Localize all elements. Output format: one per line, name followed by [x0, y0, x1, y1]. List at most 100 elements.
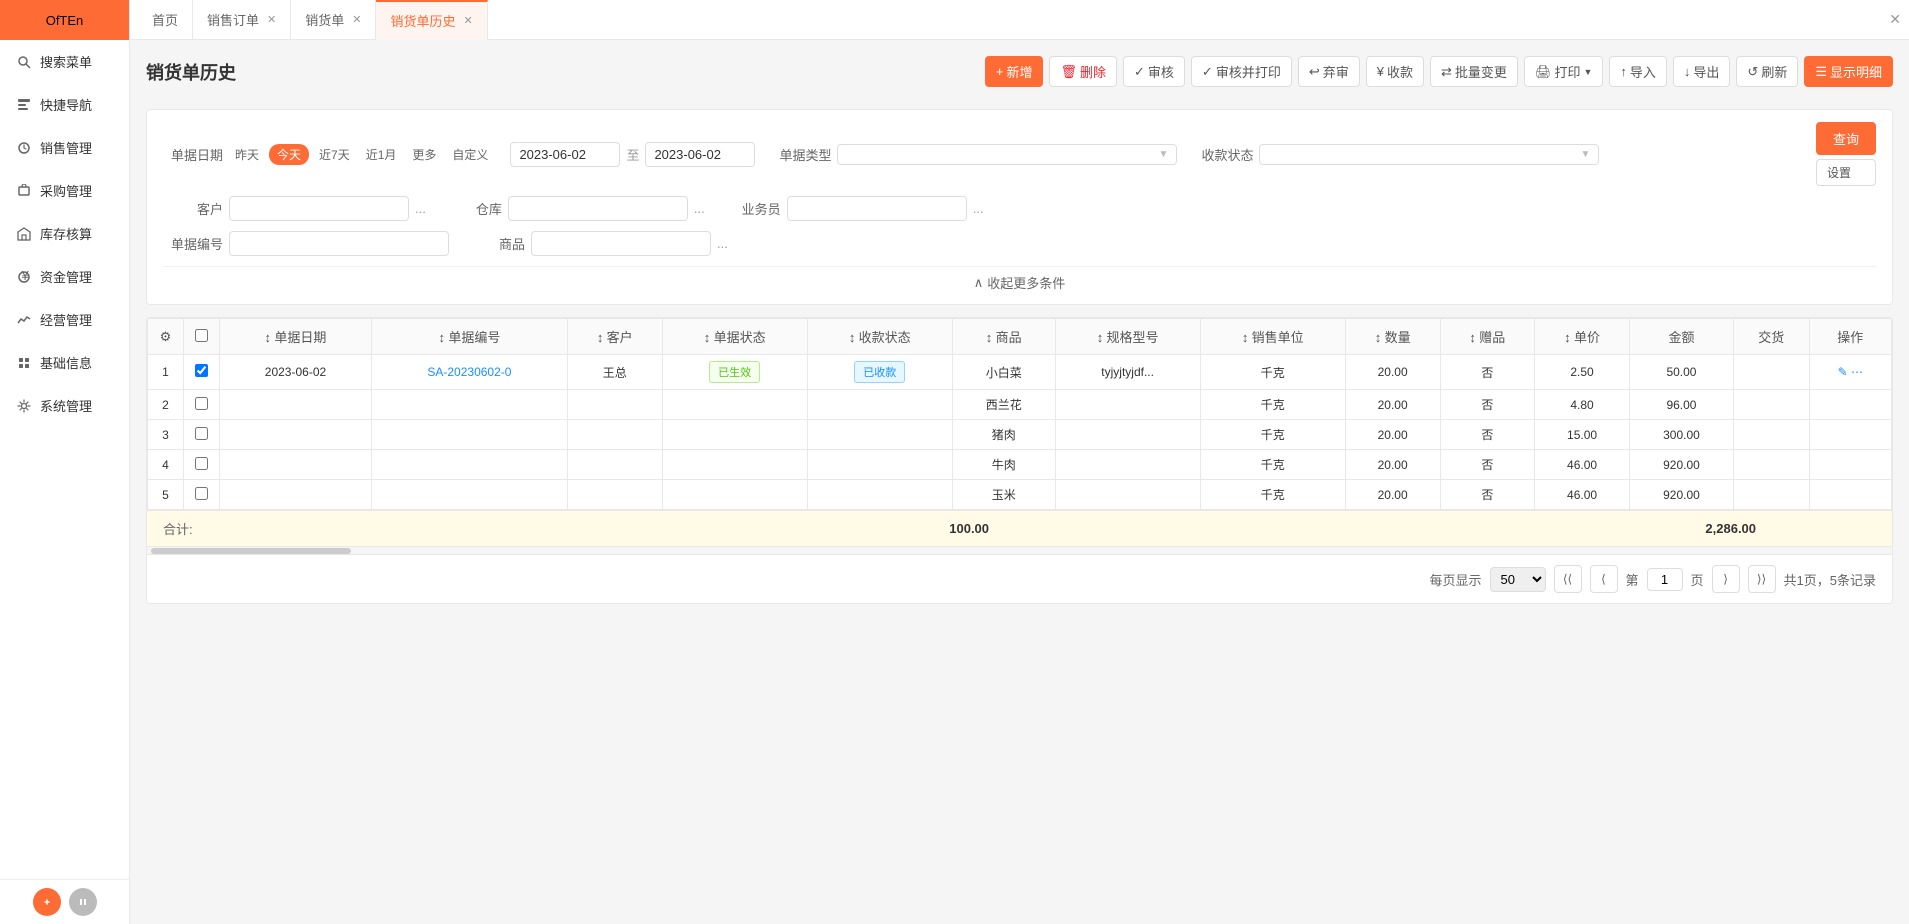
collect-button[interactable]: ¥ 收款 [1366, 56, 1424, 87]
tab-sales-history-label: 销货单历史 [390, 11, 455, 30]
cell-qty: 20.00 [1345, 420, 1440, 450]
query-button[interactable]: 查询 [1816, 122, 1876, 155]
audit-print-button[interactable]: ✓ 审核并打印 [1191, 56, 1292, 87]
row-checkbox[interactable] [195, 487, 208, 500]
date-last7days-btn[interactable]: 近7天 [313, 144, 356, 165]
add-button[interactable]: + 新增 [985, 56, 1044, 87]
salesperson-ellipsis[interactable]: ... [973, 201, 984, 216]
import-button[interactable]: ↑ 导入 [1609, 56, 1667, 87]
collapse-up-icon: ∧ [974, 275, 984, 291]
sidebar-item-purchase-mgmt[interactable]: 采购管理 [0, 169, 129, 212]
per-page-select[interactable]: 50 100 200 [1490, 567, 1546, 592]
delete-icon: 🗑 [1060, 64, 1077, 80]
goods-ellipsis[interactable]: ... [717, 236, 728, 251]
cell-date [220, 420, 372, 450]
tab-sales-history[interactable]: 销货单历史 ✕ [376, 0, 487, 40]
date-range-separator: 至 [626, 145, 639, 164]
tab-sales-goods[interactable]: 销货单 ✕ [291, 0, 376, 40]
tab-sales-order-close[interactable]: ✕ [267, 13, 276, 26]
salesperson-input[interactable] [787, 196, 967, 221]
date-today-btn[interactable]: 今天 [269, 144, 309, 165]
audit-print-icon: ✓ [1202, 64, 1213, 80]
table-header-row: ⚙ ↕ 单据日期 ↕ 单据编号 [148, 319, 1892, 355]
cell-payment-status: 已收款 [807, 355, 952, 390]
th-customer: ↕ 客户 [567, 319, 662, 355]
toolbar: + 新增 🗑 删除 ✓ 审核 ✓ 审核并打印 ↩ 弃审 [985, 56, 1893, 87]
tab-sales-goods-label: 销货单 [305, 10, 344, 29]
horizontal-scrollbar[interactable] [147, 546, 1892, 554]
collapse-btn[interactable]: ∧ 收起更多条件 [163, 266, 1876, 292]
next-page-btn[interactable]: ⟩ [1712, 565, 1740, 593]
sidebar-item-sales-mgmt[interactable]: 销售管理 [0, 126, 129, 169]
cell-transaction [1734, 480, 1810, 510]
cell-doc-status [662, 390, 807, 420]
sidebar-item-base-info[interactable]: 基础信息 [0, 341, 129, 384]
date-more-btn[interactable]: 更多 [406, 144, 442, 165]
cell-operation [1809, 420, 1891, 450]
discard-button[interactable]: ↩ 弃审 [1298, 56, 1360, 87]
table-container: ⚙ ↕ 单据日期 ↕ 单据编号 [146, 317, 1893, 604]
date-yesterday-btn[interactable]: 昨天 [229, 144, 265, 165]
batch-change-icon: ⇄ [1441, 64, 1452, 80]
more-action-btn[interactable]: ⋯ [1851, 365, 1863, 379]
sidebar-item-system-mgmt[interactable]: 系统管理 [0, 384, 129, 427]
filter-date-range-item: 至 [510, 142, 755, 167]
customer-ellipsis[interactable]: ... [415, 201, 426, 216]
cell-checkbox [184, 390, 220, 420]
window-close-btn[interactable]: ✕ [1889, 11, 1901, 28]
scroll-thumb[interactable] [151, 548, 351, 554]
select-all-checkbox[interactable] [195, 329, 208, 342]
batch-change-button[interactable]: ⇄ 批量变更 [1430, 56, 1518, 87]
sidebar-bottom-actions [0, 879, 129, 924]
page-input[interactable] [1647, 568, 1683, 591]
th-transaction: 交货 [1734, 319, 1810, 355]
sidebar-item-inventory[interactable]: 库存核算 [0, 212, 129, 255]
row-checkbox[interactable] [195, 397, 208, 410]
row-checkbox[interactable] [195, 364, 208, 377]
sidebar-item-operations[interactable]: 经营管理 [0, 298, 129, 341]
doc-no-input[interactable] [229, 231, 449, 256]
cell-amount: 50.00 [1629, 355, 1733, 390]
prev-page-btn[interactable]: ⟨ [1590, 565, 1618, 593]
cell-doc-no [371, 450, 567, 480]
delete-button[interactable]: 🗑 删除 [1049, 56, 1117, 87]
print-button[interactable]: 🖨 打印 ▼ [1524, 56, 1603, 87]
doc-type-select[interactable]: ▼ [837, 144, 1177, 165]
cell-operation [1809, 480, 1891, 510]
sidebar-item-search-menu[interactable]: 搜索菜单 [0, 40, 129, 83]
sidebar-pause-btn[interactable] [69, 888, 97, 916]
doc-no-link[interactable]: SA-20230602-0 [427, 365, 511, 379]
date-to-input[interactable] [645, 142, 755, 167]
date-last1month-btn[interactable]: 近1月 [360, 144, 403, 165]
sidebar-item-finance[interactable]: ¥ 资金管理 [0, 255, 129, 298]
date-from-input[interactable] [510, 142, 620, 167]
cell-row-num: 3 [148, 420, 184, 450]
refresh-button[interactable]: ↺ 刷新 [1736, 56, 1798, 87]
table-settings-icon[interactable]: ⚙ [160, 329, 172, 344]
export-button[interactable]: ↓ 导出 [1673, 56, 1731, 87]
setting-button[interactable]: 设置 [1816, 159, 1876, 186]
tab-home[interactable]: 首页 [138, 0, 193, 40]
audit-button[interactable]: ✓ 审核 [1123, 56, 1185, 87]
th-settings[interactable]: ⚙ [148, 319, 184, 355]
tab-sales-goods-close[interactable]: ✕ [352, 13, 361, 26]
warehouse-input[interactable] [508, 196, 688, 221]
goods-input[interactable] [531, 231, 711, 256]
cell-doc-no [371, 480, 567, 510]
customer-input[interactable] [229, 196, 409, 221]
edit-action-btn[interactable]: ✎ [1838, 365, 1848, 379]
cell-amount: 300.00 [1629, 420, 1733, 450]
payment-status-select[interactable]: ▼ [1259, 144, 1599, 165]
last-page-btn[interactable]: ⟩⟩ [1748, 565, 1776, 593]
warehouse-ellipsis[interactable]: ... [694, 201, 705, 216]
sidebar-collapse-btn[interactable] [33, 888, 61, 916]
row-checkbox[interactable] [195, 457, 208, 470]
customer-label: 客户 [163, 199, 223, 218]
date-custom-btn[interactable]: 自定义 [446, 144, 494, 165]
tab-sales-order[interactable]: 销售订单 ✕ [193, 0, 291, 40]
first-page-btn[interactable]: ⟨⟨ [1554, 565, 1582, 593]
sidebar-item-quick-nav[interactable]: 快捷导航 [0, 83, 129, 126]
row-checkbox[interactable] [195, 427, 208, 440]
tab-sales-history-close[interactable]: ✕ [464, 14, 473, 27]
show-detail-button[interactable]: ☰ 显示明细 [1804, 56, 1893, 87]
